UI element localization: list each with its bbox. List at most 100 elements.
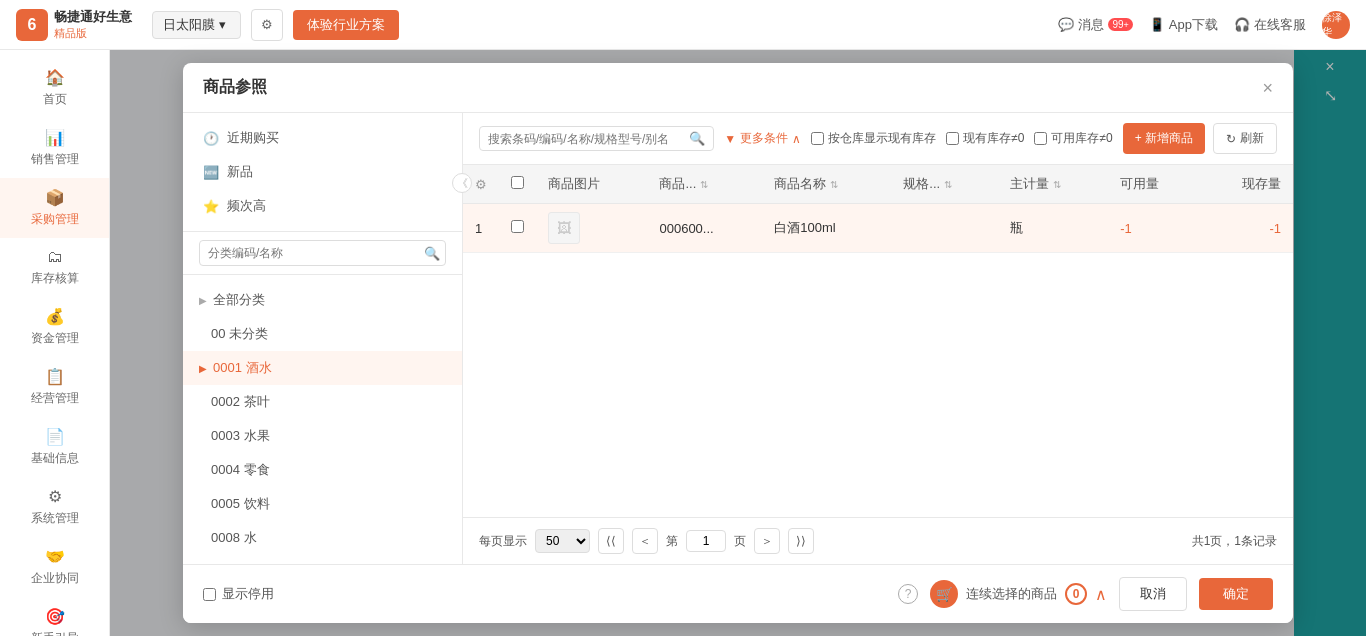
select-all-checkbox[interactable] — [511, 176, 524, 189]
td-code: 000600... — [647, 204, 762, 253]
sidebar-label-home: 首页 — [43, 91, 67, 108]
th-stock: 现存量 — [1201, 165, 1293, 204]
th-unit[interactable]: 主计量 ⇅ — [998, 165, 1108, 204]
left-tab-frequent[interactable]: ⭐ 频次高 — [183, 189, 462, 223]
category-search-icon[interactable]: 🔍 — [424, 246, 440, 261]
cat-item-snack[interactable]: 0004 零食 — [183, 453, 462, 487]
modal-toolbar: 🔍 ▼ 更多条件 ∧ 按仓库显示现有库存 — [463, 113, 1293, 165]
checkbox-warehouse-label: 按仓库显示现有库存 — [828, 130, 936, 147]
nav-right: 💬 消息 99+ 📱 App下载 🎧 在线客服 徐泽华 — [1058, 11, 1350, 39]
cat-item-uncat[interactable]: 00 未分类 — [183, 317, 462, 351]
show-disabled-checkbox[interactable] — [203, 588, 216, 601]
sidebar-item-enterprise[interactable]: 🤝 企业协同 — [0, 537, 109, 597]
cat-item-fruit[interactable]: 0003 水果 — [183, 419, 462, 453]
sidebar-label-enterprise: 企业协同 — [31, 570, 79, 587]
gear-button[interactable]: ⚙ — [251, 9, 283, 41]
cat-label-all: 全部分类 — [213, 291, 265, 309]
th-image: 商品图片 — [536, 165, 647, 204]
checkbox-nonzero-stock[interactable]: 现有库存≠0 — [946, 130, 1024, 147]
th-check — [499, 165, 536, 204]
last-page-button[interactable]: ⟩⟩ — [788, 528, 814, 554]
online-service-button[interactable]: 🎧 在线客服 — [1234, 16, 1306, 34]
prev-page-button[interactable]: ＜ — [632, 528, 658, 554]
collapse-left-panel-button[interactable]: 《 — [452, 173, 472, 193]
cart-info: 🛒 连续选择的商品 0 ∧ — [930, 580, 1107, 608]
show-disabled-checkbox-label[interactable]: 显示停用 — [203, 585, 274, 603]
sidebar-item-stock[interactable]: 🗂 库存核算 — [0, 238, 109, 297]
th-spec[interactable]: 规格... ⇅ — [891, 165, 998, 204]
gear-icon: ⚙ — [261, 17, 273, 32]
more-filters-button[interactable]: ▼ 更多条件 ∧ — [724, 130, 801, 147]
sort-icon-unit: ⇅ — [1053, 179, 1061, 190]
confirm-button[interactable]: 确定 — [1199, 578, 1273, 610]
sidebar-item-management[interactable]: 📋 经营管理 — [0, 357, 109, 417]
cat-item-drink[interactable]: 0005 饮料 — [183, 487, 462, 521]
next-page-button[interactable]: ＞ — [754, 528, 780, 554]
toolbar-right-buttons: + 新增商品 ↻ 刷新 — [1123, 123, 1277, 154]
cat-label-tea: 0002 茶叶 — [211, 393, 270, 411]
left-tab-new[interactable]: 🆕 新品 — [183, 155, 462, 189]
left-tab-recent-label: 近期购买 — [227, 129, 279, 147]
user-area[interactable]: 徐泽华 — [1322, 11, 1350, 39]
checkbox-available-input[interactable] — [1034, 132, 1047, 145]
refresh-table-button[interactable]: ↻ 刷新 — [1213, 123, 1277, 154]
add-product-button[interactable]: + 新增商品 — [1123, 123, 1205, 154]
nav-dropdown[interactable]: 日太阳膜 ▾ — [152, 11, 241, 39]
cat-arrow-wine: ▶ — [199, 363, 207, 374]
left-tab-frequent-label: 频次高 — [227, 197, 266, 215]
category-search-input[interactable] — [199, 240, 446, 266]
th-name[interactable]: 商品名称 ⇅ — [762, 165, 891, 204]
product-search-icon[interactable]: 🔍 — [689, 131, 705, 146]
help-button[interactable]: ? — [898, 584, 918, 604]
stock-icon: 🗂 — [47, 248, 63, 266]
cat-item-water[interactable]: 0008 水 — [183, 521, 462, 555]
dropdown-label: 日太阳膜 — [163, 16, 215, 34]
phone-icon: 📱 — [1149, 17, 1165, 32]
gear-table-icon[interactable]: ⚙ — [475, 177, 487, 192]
purchase-icon: 📦 — [45, 188, 65, 207]
sidebar-item-home[interactable]: 🏠 首页 — [0, 58, 109, 118]
sidebar-item-guide[interactable]: 🎯 新手引导 — [0, 597, 109, 636]
cancel-button[interactable]: 取消 — [1119, 577, 1187, 611]
sidebar-item-sales[interactable]: 📊 销售管理 — [0, 118, 109, 178]
checkbox-warehouse-input[interactable] — [811, 132, 824, 145]
modal-left-panel: 🕐 近期购买 🆕 新品 ⭐ 频次高 — [183, 113, 463, 564]
sidebar-item-purchase[interactable]: 📦 采购管理 — [0, 178, 109, 238]
td-check[interactable] — [499, 204, 536, 253]
sidebar: 🏠 首页 📊 销售管理 📦 采购管理 🗂 库存核算 💰 资金管理 📋 经营管理 … — [0, 50, 110, 636]
sidebar-label-stock: 库存核算 — [31, 270, 79, 287]
clock-icon: 🕐 — [203, 131, 219, 146]
left-tab-recent[interactable]: 🕐 近期购买 — [183, 121, 462, 155]
cart-collapse-button[interactable]: ∧ — [1095, 585, 1107, 604]
sidebar-item-system[interactable]: ⚙ 系统管理 — [0, 477, 109, 537]
refresh-icon: ↻ — [1226, 132, 1236, 146]
finance-icon: 💰 — [45, 307, 65, 326]
question-mark-icon: ? — [905, 587, 912, 601]
app-download-button[interactable]: 📱 App下载 — [1149, 16, 1218, 34]
modal-close-button[interactable]: × — [1262, 79, 1273, 97]
checkbox-available-nonzero[interactable]: 可用库存≠0 — [1034, 130, 1112, 147]
checkbox-nonzero-input[interactable] — [946, 132, 959, 145]
guide-icon: 🎯 — [45, 607, 65, 626]
checkbox-warehouse-stock[interactable]: 按仓库显示现有库存 — [811, 130, 936, 147]
try-industry-button[interactable]: 体验行业方案 — [293, 10, 399, 40]
cat-item-tea[interactable]: 0002 茶叶 — [183, 385, 462, 419]
messages-button[interactable]: 💬 消息 99+ — [1058, 16, 1132, 34]
sidebar-item-basic[interactable]: 📄 基础信息 — [0, 417, 109, 477]
th-code[interactable]: 商品... ⇅ — [647, 165, 762, 204]
row-checkbox[interactable] — [511, 220, 524, 233]
avatar: 徐泽华 — [1322, 11, 1350, 39]
cat-item-all[interactable]: ▶ 全部分类 — [183, 283, 462, 317]
td-stock: -1 — [1201, 204, 1293, 253]
cat-item-wine[interactable]: ▶ 0001 酒水 — [183, 351, 462, 385]
page-size-select[interactable]: 50 10 20 100 — [535, 529, 590, 553]
system-icon: ⚙ — [48, 487, 62, 506]
page-number-input[interactable] — [686, 530, 726, 552]
product-search-input[interactable] — [488, 132, 689, 146]
page-unit: 页 — [734, 533, 746, 550]
product-table-wrap: ⚙ 商品图片 — [463, 165, 1293, 517]
cat-item-appliance[interactable]: 0010 家电 — [183, 555, 462, 564]
first-page-button[interactable]: ⟨⟨ — [598, 528, 624, 554]
table-row[interactable]: 1 🖼 — [463, 204, 1293, 253]
sidebar-item-finance[interactable]: 💰 资金管理 — [0, 297, 109, 357]
